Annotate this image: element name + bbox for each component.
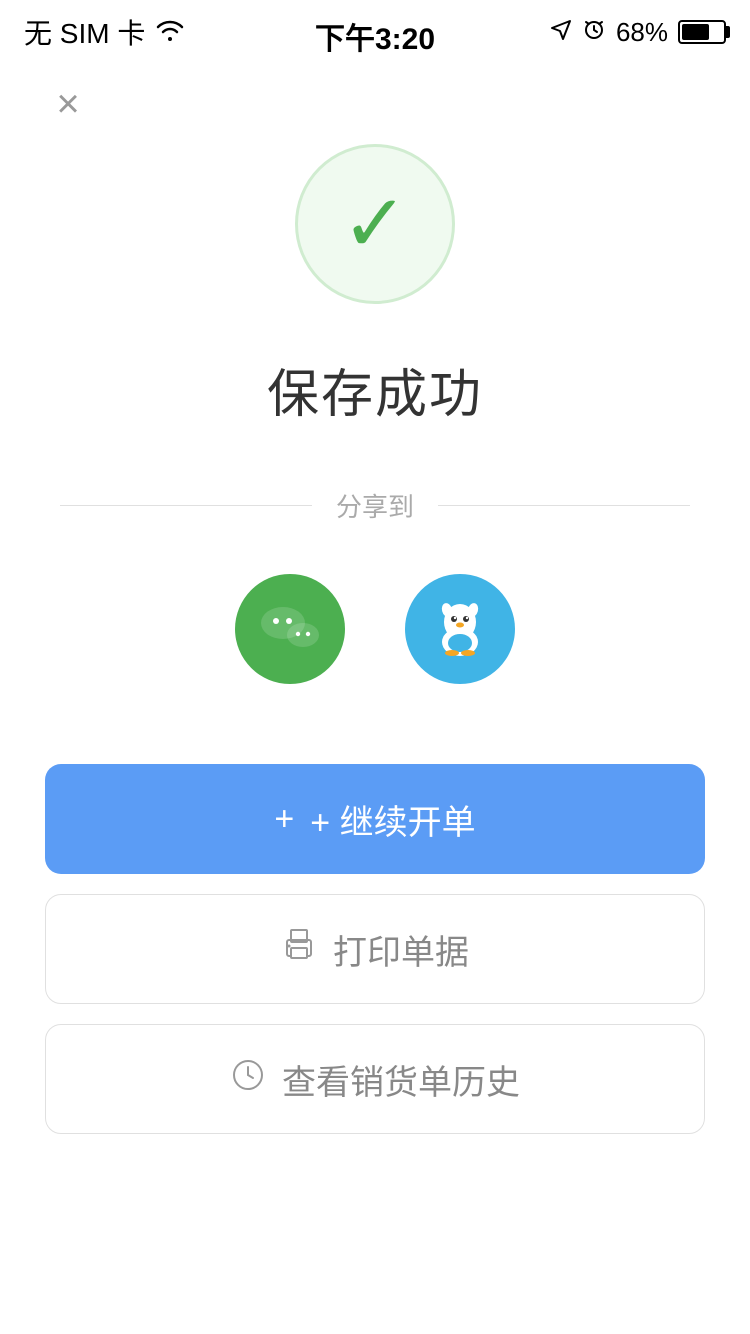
status-left: 无 SIM 卡 bbox=[24, 12, 185, 52]
share-qq-button[interactable] bbox=[405, 574, 515, 684]
wechat-icon bbox=[257, 601, 323, 657]
share-wechat-button[interactable] bbox=[235, 574, 345, 684]
continue-icon: + bbox=[274, 800, 294, 839]
divider-line-left bbox=[60, 505, 312, 506]
print-label: 打印单据 bbox=[333, 925, 469, 974]
checkmark-icon: ✓ bbox=[341, 184, 408, 264]
close-icon: × bbox=[56, 84, 79, 124]
print-icon bbox=[281, 928, 317, 971]
battery-text: 68% bbox=[616, 17, 668, 48]
status-bar: 无 SIM 卡 下午3:20 68% bbox=[0, 0, 750, 64]
wifi-icon bbox=[155, 16, 185, 48]
continue-label: + 继续开单 bbox=[310, 795, 475, 844]
alarm-icon bbox=[582, 17, 606, 48]
qq-icon bbox=[427, 596, 493, 662]
main-content: ✓ 保存成功 分享到 bbox=[0, 64, 750, 1134]
success-title: 保存成功 bbox=[267, 352, 483, 427]
share-icons-row bbox=[235, 574, 515, 684]
success-circle: ✓ bbox=[295, 144, 455, 304]
close-button[interactable]: × bbox=[40, 76, 96, 132]
status-time: 下午3:20 bbox=[315, 14, 435, 58]
history-label: 查看销货单历史 bbox=[282, 1055, 520, 1104]
print-button[interactable]: 打印单据 bbox=[45, 894, 705, 1004]
carrier-text: 无 SIM 卡 bbox=[24, 12, 145, 52]
history-button[interactable]: 查看销货单历史 bbox=[45, 1024, 705, 1134]
location-icon bbox=[550, 17, 572, 48]
battery-indicator bbox=[678, 20, 726, 44]
history-icon bbox=[230, 1057, 266, 1102]
status-right: 68% bbox=[550, 17, 726, 48]
continue-button[interactable]: + + 继续开单 bbox=[45, 764, 705, 874]
divider-line-right bbox=[438, 505, 690, 506]
share-divider: 分享到 bbox=[0, 487, 750, 524]
share-label: 分享到 bbox=[312, 487, 438, 524]
action-buttons: + + 继续开单 打印单据 查看销货单历 bbox=[45, 764, 705, 1134]
